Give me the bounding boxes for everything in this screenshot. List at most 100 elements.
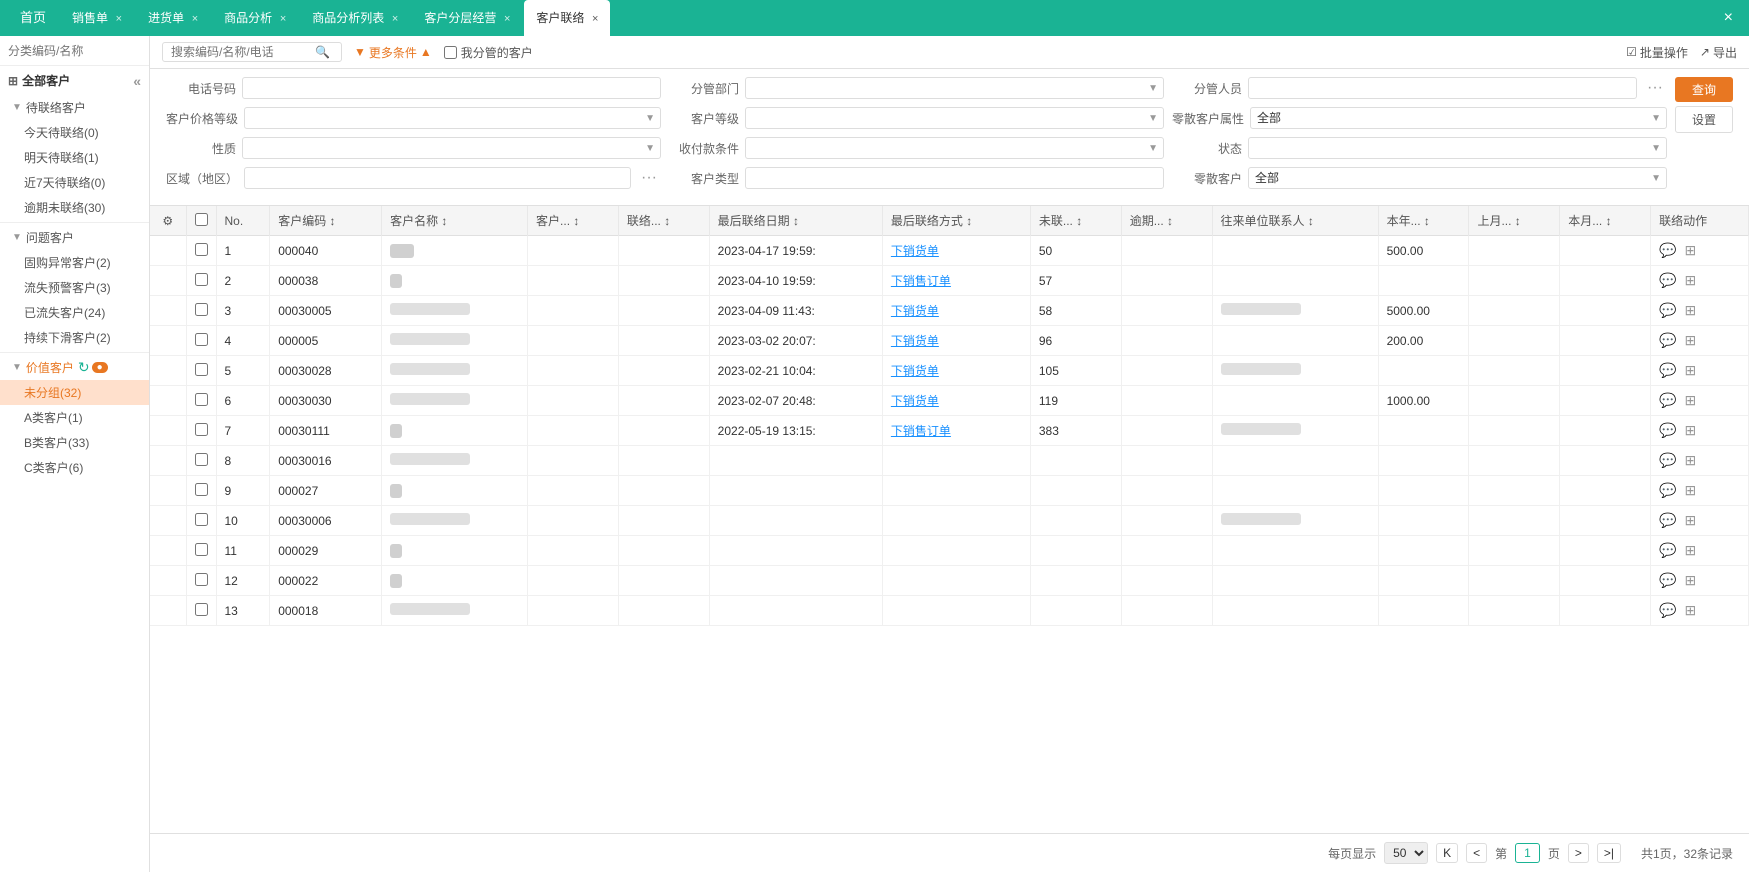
nature-select[interactable]: [242, 137, 661, 159]
sidebar-item-near7[interactable]: 近7天待联络(0): [0, 170, 149, 195]
more-actions-icon-6[interactable]: ⊞: [1685, 422, 1697, 439]
row-check-11[interactable]: [186, 566, 216, 596]
col-checkbox-header[interactable]: [186, 206, 216, 236]
nav-tab-analysis[interactable]: 商品分析 ×: [212, 0, 298, 36]
last-method-link-2[interactable]: 下销货单: [891, 304, 939, 318]
more-actions-icon-0[interactable]: ⊞: [1685, 242, 1697, 259]
last-method-link-1[interactable]: 下销售订单: [891, 274, 951, 288]
close-analysis-icon[interactable]: ×: [280, 13, 286, 25]
more-actions-icon-5[interactable]: ⊞: [1685, 392, 1697, 409]
per-page-select[interactable]: 50: [1384, 842, 1428, 864]
row-checkbox-10[interactable]: [195, 543, 208, 556]
region-dots-icon[interactable]: ···: [637, 169, 661, 187]
col-name-header[interactable]: 客户名称 ↕: [382, 206, 528, 236]
more-actions-icon-4[interactable]: ⊞: [1685, 362, 1697, 379]
prev-page-btn[interactable]: <: [1466, 843, 1487, 863]
nav-tab-customer-contact[interactable]: 客户联络 ×: [524, 0, 610, 36]
person-dots-icon[interactable]: ···: [1643, 79, 1667, 97]
all-customers-section[interactable]: ⊞ 全部客户 «: [0, 66, 149, 95]
contact-icon-7[interactable]: 💬: [1659, 452, 1676, 469]
row-last-method-3[interactable]: 下销货单: [882, 326, 1030, 356]
contact-icon-12[interactable]: 💬: [1659, 602, 1676, 619]
nav-tab-home[interactable]: 首页: [8, 0, 58, 36]
sidebar-item-tomorrow[interactable]: 明天待联络(1): [0, 145, 149, 170]
row-check-6[interactable]: [186, 416, 216, 446]
export-btn[interactable]: ↗ 导出: [1700, 44, 1737, 61]
row-last-method-1[interactable]: 下销售订单: [882, 266, 1030, 296]
row-checkbox-0[interactable]: [195, 243, 208, 256]
sidebar-search-input[interactable]: [8, 44, 150, 58]
batch-ops-btn[interactable]: ☑ 批量操作: [1626, 44, 1688, 61]
row-last-method-0[interactable]: 下销货单: [882, 236, 1030, 266]
nav-tab-sales[interactable]: 销售单 ×: [60, 0, 134, 36]
more-actions-icon-10[interactable]: ⊞: [1685, 542, 1697, 559]
scatter-attr-select[interactable]: 全部: [1250, 107, 1667, 129]
col-settings[interactable]: ⚙: [150, 206, 186, 236]
sidebar-item-lost[interactable]: 已流失客户(24): [0, 300, 149, 325]
more-actions-icon-8[interactable]: ⊞: [1685, 482, 1697, 499]
more-actions-icon-3[interactable]: ⊞: [1685, 332, 1697, 349]
contact-icon-3[interactable]: 💬: [1659, 332, 1676, 349]
row-checkbox-7[interactable]: [195, 453, 208, 466]
col-this-year-header[interactable]: 本年... ↕: [1378, 206, 1469, 236]
col-last-month-header[interactable]: 上月... ↕: [1469, 206, 1560, 236]
sidebar-item-today[interactable]: 今天待联络(0): [0, 120, 149, 145]
query-button[interactable]: 查询: [1675, 77, 1733, 102]
col-last-method-header[interactable]: 最后联络方式 ↕: [882, 206, 1030, 236]
col-code-header[interactable]: 客户编码 ↕: [270, 206, 382, 236]
last-method-link-0[interactable]: 下销货单: [891, 244, 939, 258]
select-all-checkbox[interactable]: [195, 213, 208, 226]
sidebar-item-group-a[interactable]: A类客户(1): [0, 405, 149, 430]
col-contact-header[interactable]: 联络... ↕: [618, 206, 709, 236]
sidebar-item-group-b[interactable]: B类客户(33): [0, 430, 149, 455]
contact-icon-5[interactable]: 💬: [1659, 392, 1676, 409]
row-check-9[interactable]: [186, 506, 216, 536]
dept-select[interactable]: [745, 77, 1164, 99]
last-method-link-6[interactable]: 下销售订单: [891, 424, 951, 438]
row-checkbox-1[interactable]: [195, 273, 208, 286]
customer-level-select[interactable]: [745, 107, 1164, 129]
close-purchase-icon[interactable]: ×: [192, 13, 198, 25]
close-analysis-list-icon[interactable]: ×: [392, 13, 398, 25]
contact-icon-10[interactable]: 💬: [1659, 542, 1676, 559]
row-check-1[interactable]: [186, 266, 216, 296]
row-check-5[interactable]: [186, 386, 216, 416]
col-no-contact-header[interactable]: 未联... ↕: [1030, 206, 1121, 236]
sidebar-item-churn-risk[interactable]: 流失预警客户(3): [0, 275, 149, 300]
row-checkbox-6[interactable]: [195, 423, 208, 436]
row-check-8[interactable]: [186, 476, 216, 506]
col-overdue-header[interactable]: 逾期... ↕: [1121, 206, 1212, 236]
nav-tab-customer-segment[interactable]: 客户分层经营 ×: [412, 0, 522, 36]
more-actions-icon-2[interactable]: ⊞: [1685, 302, 1697, 319]
col-type-header[interactable]: 客户... ↕: [528, 206, 619, 236]
col-unit-contact-header[interactable]: 往来单位联系人 ↕: [1212, 206, 1378, 236]
sidebar-group-problem[interactable]: ▼ 问题客户: [0, 225, 149, 250]
row-check-0[interactable]: [186, 236, 216, 266]
scatter-customer-select[interactable]: 全部: [1248, 167, 1667, 189]
nav-tab-purchase[interactable]: 进货单 ×: [136, 0, 210, 36]
col-this-month-header[interactable]: 本月... ↕: [1560, 206, 1651, 236]
my-customers-checkbox[interactable]: [444, 46, 457, 59]
refresh-icon[interactable]: ↻: [78, 359, 90, 376]
contact-icon-2[interactable]: 💬: [1659, 302, 1676, 319]
window-close-button[interactable]: ×: [1716, 9, 1741, 27]
close-sales-icon[interactable]: ×: [116, 13, 122, 25]
row-checkbox-3[interactable]: [195, 333, 208, 346]
payment-select[interactable]: [745, 137, 1164, 159]
status-select[interactable]: [1248, 137, 1667, 159]
region-input[interactable]: [244, 167, 631, 189]
sidebar-item-overdue[interactable]: 逾期未联络(30): [0, 195, 149, 220]
close-segment-icon[interactable]: ×: [504, 13, 510, 25]
more-actions-icon-1[interactable]: ⊞: [1685, 272, 1697, 289]
last-method-link-3[interactable]: 下销货单: [891, 334, 939, 348]
first-page-btn[interactable]: K: [1436, 843, 1458, 863]
nav-tab-analysis-list[interactable]: 商品分析列表 ×: [300, 0, 410, 36]
contact-icon-4[interactable]: 💬: [1659, 362, 1676, 379]
last-method-link-5[interactable]: 下销货单: [891, 394, 939, 408]
contact-icon-6[interactable]: 💬: [1659, 422, 1676, 439]
phone-input[interactable]: [242, 77, 661, 99]
sidebar-item-group-c[interactable]: C类客户(6): [0, 455, 149, 480]
main-search-icon[interactable]: 🔍: [315, 45, 330, 59]
row-last-method-5[interactable]: 下销货单: [882, 386, 1030, 416]
more-actions-icon-7[interactable]: ⊞: [1685, 452, 1697, 469]
